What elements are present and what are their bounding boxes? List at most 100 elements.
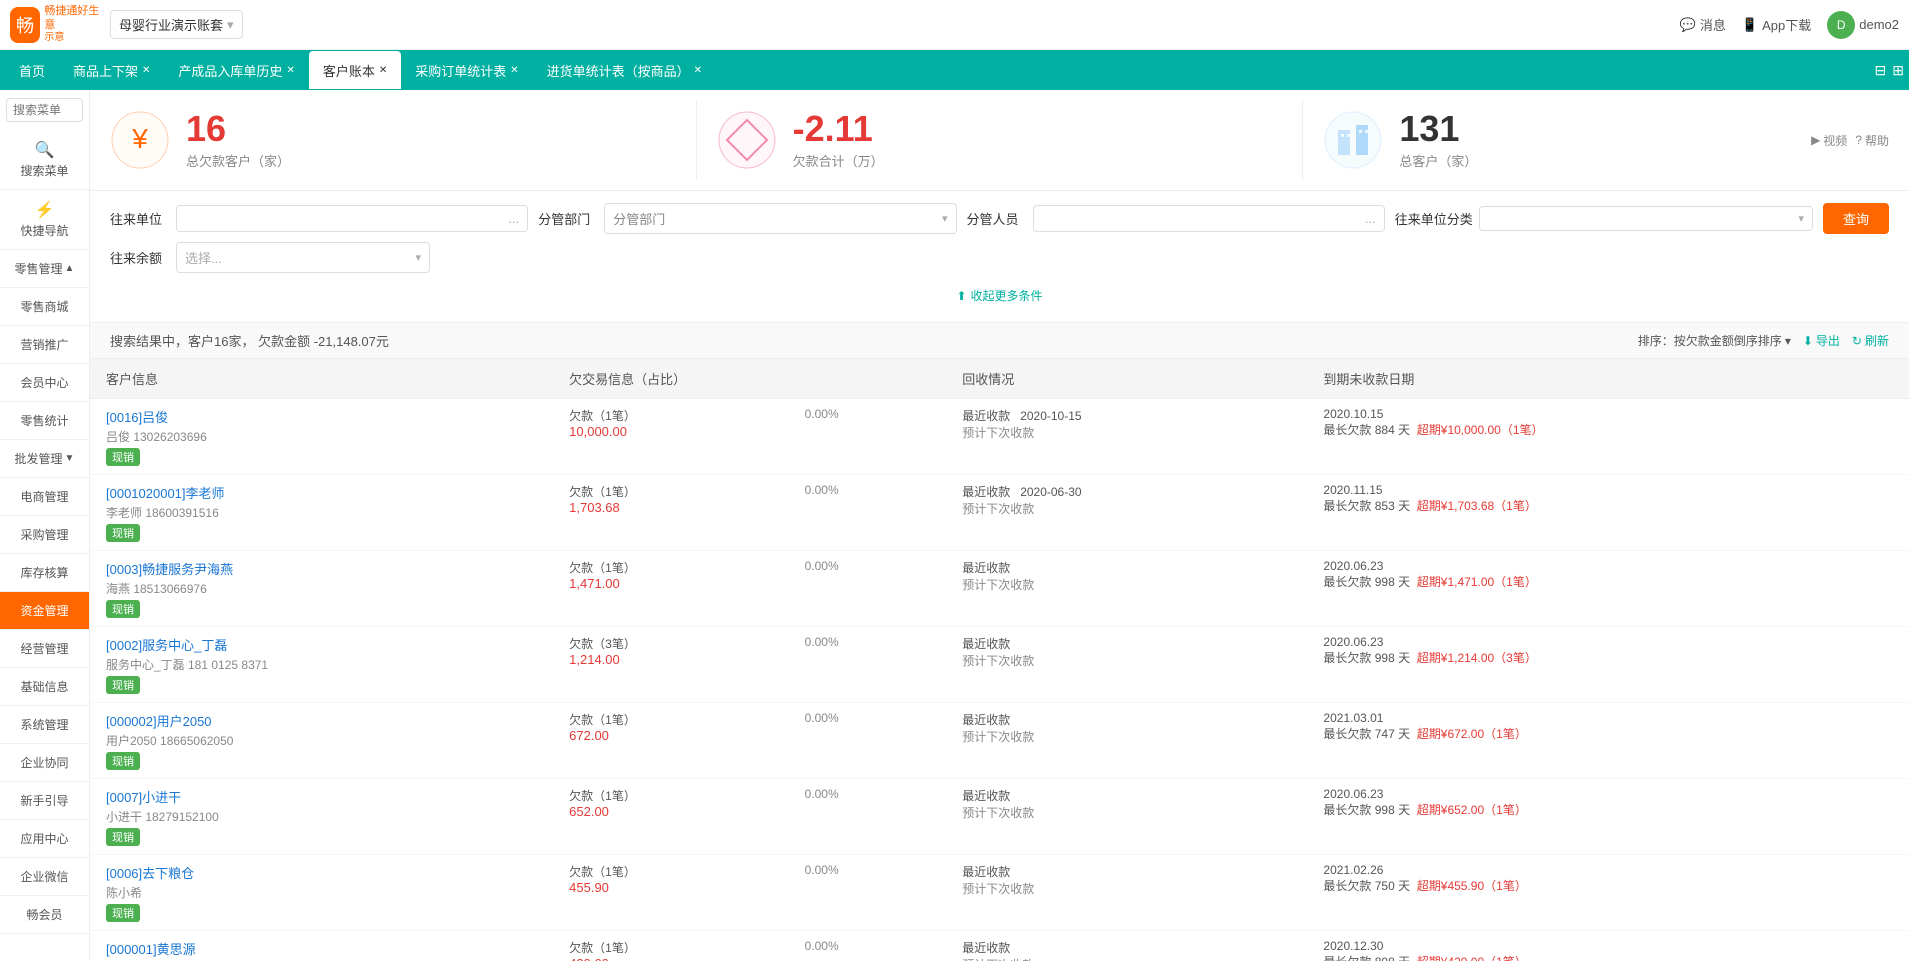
refresh-button[interactable]: ↻ 刷新 bbox=[1852, 332, 1889, 349]
debt-ratio-2: 0.00% bbox=[805, 559, 931, 573]
sidebar-item-retail-mgmt[interactable]: 零售管理 ▲ bbox=[0, 250, 89, 288]
sidebar-item-inventory[interactable]: 库存核算 bbox=[0, 554, 89, 592]
debt-amount-label: 欠款合计（万） bbox=[793, 151, 884, 170]
overdue-text-3[interactable]: 超期¥1,214.00（3笔） bbox=[1417, 651, 1537, 665]
sort-selector[interactable]: 排序：按欠款金额倒序排序 ▾ bbox=[1638, 332, 1791, 349]
overdue-text-0[interactable]: 超期¥10,000.00（1笔） bbox=[1417, 423, 1544, 437]
cell-due-date-2: 2020.06.23 最长欠款 998 天 超期¥1,471.00（1笔） bbox=[1307, 551, 1909, 627]
minimize-icon[interactable]: ⊟ bbox=[1875, 62, 1887, 79]
debt-amount-2[interactable]: 1,471.00 bbox=[569, 576, 772, 591]
overdue-text-6[interactable]: 超期¥455.90（1笔） bbox=[1417, 879, 1527, 893]
tabs-bar: 首页 商品上下架 ✕ 产成品入库单历史 ✕ 客户账本 ✕ 采购订单统计表 ✕ 进… bbox=[0, 50, 1909, 90]
th-debt-info: 欠交易信息（占比） bbox=[553, 359, 946, 399]
customer-name-5[interactable]: [0007]小进干 bbox=[106, 790, 181, 805]
overdue-text-5[interactable]: 超期¥652.00（1笔） bbox=[1417, 803, 1527, 817]
next-collect-6: 预计下次收款 bbox=[962, 880, 1291, 897]
tab-5[interactable]: 进货单统计表（按商品） ✕ bbox=[533, 51, 716, 89]
debt-ratio-6: 0.00% bbox=[805, 863, 931, 877]
sidebar-item-quick-nav[interactable]: ⚡ 快捷导航 bbox=[0, 190, 89, 250]
category-input[interactable]: ▾ bbox=[1479, 206, 1813, 231]
debt-ratio-5: 0.00% bbox=[805, 787, 931, 801]
tab-close-3[interactable]: ✕ bbox=[379, 65, 387, 76]
debt-amount-5[interactable]: 652.00 bbox=[569, 804, 772, 819]
tab-close-4[interactable]: ✕ bbox=[510, 65, 518, 76]
sidebar-search-area bbox=[0, 90, 89, 130]
tab-2[interactable]: 产成品入库单历史 ✕ bbox=[164, 51, 308, 89]
building-icon bbox=[1323, 110, 1383, 170]
customer-name-4[interactable]: [000002]用户2050 bbox=[106, 714, 212, 729]
debt-count-7: 欠款（1笔） bbox=[569, 939, 772, 956]
sidebar-item-finance[interactable]: 资金管理 bbox=[0, 592, 89, 630]
overdue-text-4[interactable]: 超期¥672.00（1笔） bbox=[1417, 727, 1527, 741]
sidebar-item-operations[interactable]: 经营管理 bbox=[0, 630, 89, 668]
export-icon: ⬇ bbox=[1803, 334, 1813, 348]
table-row: [000002]用户2050 用户2050 18665062050 现销 欠款（… bbox=[90, 703, 1909, 779]
sidebar-item-purchase[interactable]: 采购管理 bbox=[0, 516, 89, 554]
debt-count-4: 欠款（1笔） bbox=[569, 711, 772, 728]
sidebar-item-apps[interactable]: 应用中心 bbox=[0, 820, 89, 858]
sidebar-item-wechat[interactable]: 企业微信 bbox=[0, 858, 89, 896]
department-arrow-icon: ▾ bbox=[942, 212, 948, 225]
help-button[interactable]: ? 帮助 bbox=[1855, 132, 1889, 149]
customer-name-0[interactable]: [0016]吕俊 bbox=[106, 410, 168, 425]
debt-amount-3[interactable]: 1,214.00 bbox=[569, 652, 772, 667]
sidebar-item-vip[interactable]: 畅会员 bbox=[0, 896, 89, 934]
balance-input[interactable]: 选择... ▾ bbox=[176, 242, 430, 273]
tab-3[interactable]: 客户账本 ✕ bbox=[309, 51, 401, 89]
sidebar-item-retail-stats[interactable]: 零售统计 bbox=[0, 402, 89, 440]
cell-collection-1: 最近收款 2020-06-30 预计下次收款 bbox=[946, 475, 1307, 551]
app-download-button[interactable]: 📱 App下载 bbox=[1742, 15, 1811, 34]
tab-1[interactable]: 商品上下架 ✕ bbox=[59, 51, 164, 89]
sidebar-item-guide[interactable]: 新手引导 bbox=[0, 782, 89, 820]
tab-close-2[interactable]: ✕ bbox=[286, 65, 294, 76]
department-input[interactable]: 分管部门 ▾ bbox=[604, 203, 956, 234]
debt-amount-7[interactable]: 429.00 bbox=[569, 956, 772, 961]
sidebar-item-collaboration[interactable]: 企业协同 bbox=[0, 744, 89, 782]
manager-input[interactable]: ... bbox=[1033, 205, 1385, 232]
debt-count-0: 欠款（1笔） bbox=[569, 407, 772, 424]
sidebar-item-wholesale-mgmt[interactable]: 批发管理 ▼ bbox=[0, 440, 89, 478]
sidebar-item-retail-store[interactable]: 零售商城 bbox=[0, 288, 89, 326]
tab-home[interactable]: 首页 bbox=[5, 61, 59, 80]
sidebar-item-ecommerce[interactable]: 电商管理 bbox=[0, 478, 89, 516]
tab-close-1[interactable]: ✕ bbox=[142, 65, 150, 76]
user-avatar[interactable]: D demo2 bbox=[1827, 11, 1899, 39]
debt-count-6: 欠款（1笔） bbox=[569, 863, 772, 880]
debt-count-5: 欠款（1笔） bbox=[569, 787, 772, 804]
cell-due-date-6: 2021.02.26 最长欠款 750 天 超期¥455.90（1笔） bbox=[1307, 855, 1909, 931]
export-button[interactable]: ⬇ 导出 bbox=[1803, 332, 1840, 349]
overdue-text-7[interactable]: 超期¥429.00（1笔） bbox=[1417, 955, 1527, 961]
cell-debt-ratio-4: 0.00% bbox=[789, 703, 947, 779]
overdue-text-2[interactable]: 超期¥1,471.00（1笔） bbox=[1417, 575, 1537, 589]
search-button[interactable]: 查询 bbox=[1823, 203, 1889, 234]
tab-close-5[interactable]: ✕ bbox=[694, 65, 702, 76]
cell-debt-ratio-7: 0.00% bbox=[789, 931, 947, 961]
customer-name-1[interactable]: [0001020001]李老师 bbox=[106, 486, 225, 501]
category-arrow-icon: ▾ bbox=[1798, 212, 1804, 225]
sidebar-item-system[interactable]: 系统管理 bbox=[0, 706, 89, 744]
maximize-icon[interactable]: ⊞ bbox=[1892, 62, 1904, 79]
debt-amount-1[interactable]: 1,703.68 bbox=[569, 500, 772, 515]
customer-name-7[interactable]: [000001]黄思源 bbox=[106, 942, 196, 957]
counterpart-input[interactable]: ... bbox=[176, 205, 528, 232]
search-input[interactable] bbox=[6, 98, 83, 122]
debt-amount-0[interactable]: 10,000.00 bbox=[569, 424, 772, 439]
customer-name-3[interactable]: [0002]服务中心_丁磊 bbox=[106, 638, 227, 653]
stats-row: ¥ 16 总欠款客户（家） bbox=[90, 90, 1909, 191]
sidebar-item-membership[interactable]: 会员中心 bbox=[0, 364, 89, 402]
video-button[interactable]: ▶ 视频 bbox=[1811, 132, 1847, 149]
debt-ratio-7: 0.00% bbox=[805, 939, 931, 953]
sidebar-item-marketing[interactable]: 营销推广 bbox=[0, 326, 89, 364]
collapse-filter-button[interactable]: ⬆ 收起更多条件 bbox=[110, 281, 1889, 310]
sidebar-item-basic-info[interactable]: 基础信息 bbox=[0, 668, 89, 706]
customer-name-2[interactable]: [0003]畅捷服务尹海燕 bbox=[106, 562, 233, 577]
customer-name-6[interactable]: [0006]去下粮仓 bbox=[106, 866, 194, 881]
overdue-text-1[interactable]: 超期¥1,703.68（1笔） bbox=[1417, 499, 1537, 513]
system-name-dropdown[interactable]: 母婴行业演示账套 ▾ bbox=[110, 10, 243, 39]
sidebar-item-search[interactable]: 🔍 搜索菜单 bbox=[0, 130, 89, 190]
total-customers-label: 总客户（家） bbox=[1399, 151, 1477, 170]
tab-4[interactable]: 采购订单统计表 ✕ bbox=[401, 51, 532, 89]
debt-amount-4[interactable]: 672.00 bbox=[569, 728, 772, 743]
debt-amount-6[interactable]: 455.90 bbox=[569, 880, 772, 895]
message-button[interactable]: 💬 消息 bbox=[1680, 15, 1726, 34]
